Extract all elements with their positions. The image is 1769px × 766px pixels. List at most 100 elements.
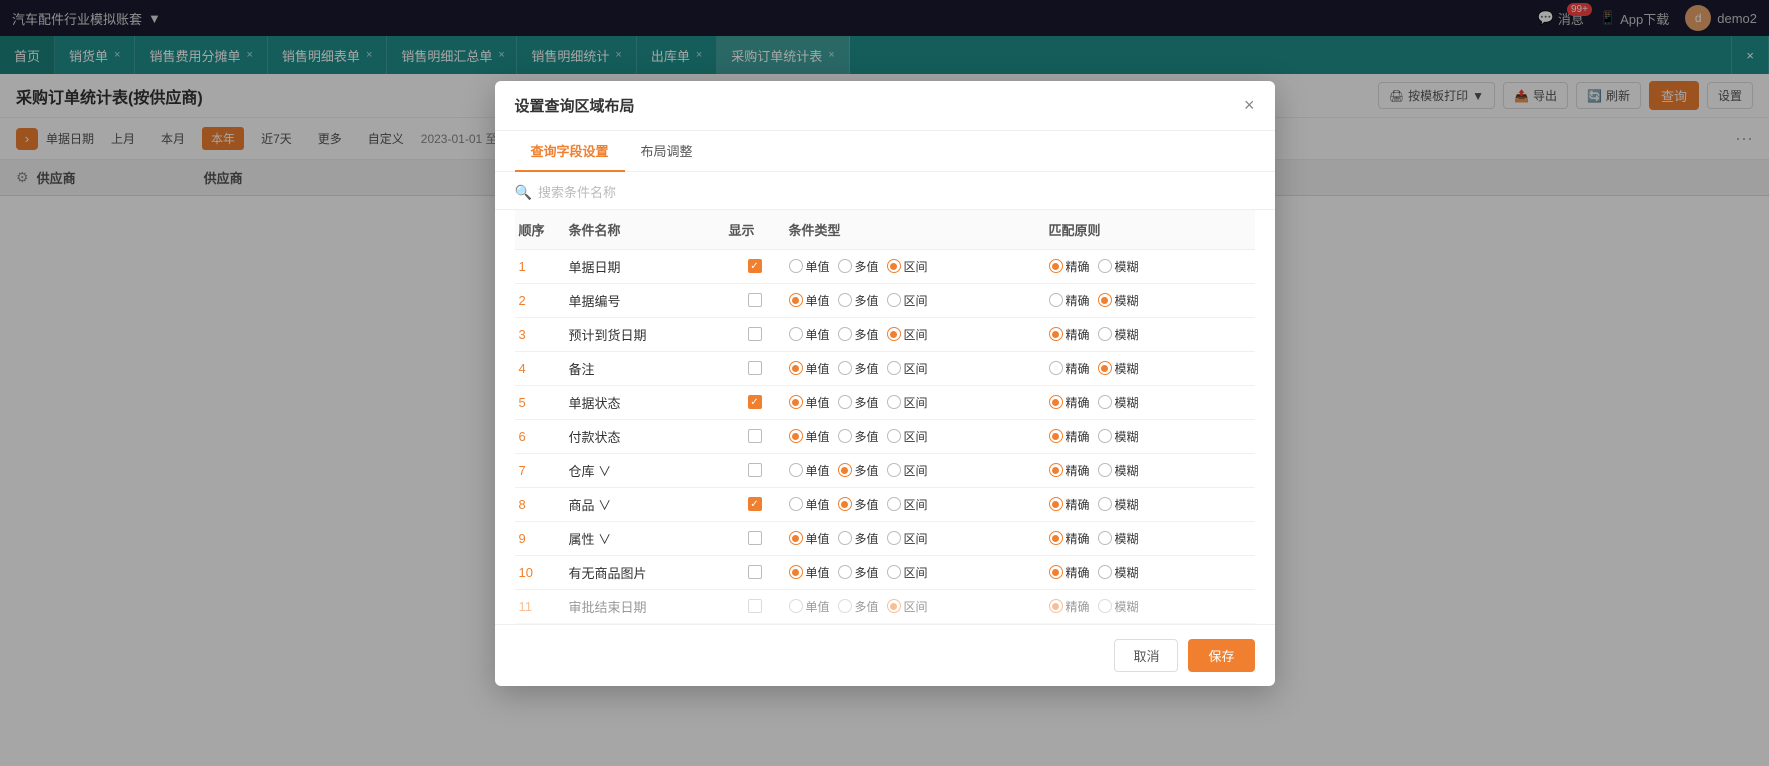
row-7-type: 单值 多值 区间 <box>785 462 1045 479</box>
row-4-match-exact[interactable]: 精确 <box>1049 360 1090 377</box>
search-input[interactable] <box>538 185 738 200</box>
row-4-type-multi[interactable]: 多值 <box>838 360 879 377</box>
row-9-match-fuzzy[interactable]: 模糊 <box>1098 530 1139 547</box>
row-7-match-exact[interactable]: 精确 <box>1049 462 1090 479</box>
row-11-match-fuzzy[interactable]: 模糊 <box>1098 598 1139 615</box>
row-6-checkbox[interactable] <box>748 429 762 443</box>
row-1-type-range[interactable]: 区间 <box>887 258 928 275</box>
row-1-match-exact[interactable]: 精确 <box>1049 258 1090 275</box>
row-11-num: 11 <box>515 599 565 614</box>
row-8-type-multi[interactable]: 多值 <box>838 496 879 513</box>
row-7-type-range[interactable]: 区间 <box>887 462 928 479</box>
row-7-type-multi[interactable]: 多值 <box>838 462 879 479</box>
row-8-display[interactable] <box>725 497 785 511</box>
row-5-name: 单据状态 <box>565 393 725 412</box>
row-8-checkbox[interactable] <box>748 497 762 511</box>
row-1-type-single[interactable]: 单值 <box>789 258 830 275</box>
row-3-display[interactable] <box>725 327 785 341</box>
row-8-type-single[interactable]: 单值 <box>789 496 830 513</box>
row-10-type-range[interactable]: 区间 <box>887 564 928 581</box>
row-10-display[interactable] <box>725 565 785 579</box>
radio-dot <box>887 429 901 443</box>
radio-dot <box>887 259 901 273</box>
dialog-close-button[interactable]: × <box>1244 96 1255 114</box>
cancel-button[interactable]: 取消 <box>1114 639 1178 672</box>
row-8-match-exact[interactable]: 精确 <box>1049 496 1090 513</box>
radio-dot <box>887 327 901 341</box>
row-1-match-fuzzy[interactable]: 模糊 <box>1098 258 1139 275</box>
row-2-match-fuzzy[interactable]: 模糊 <box>1098 292 1139 309</box>
row-5-checkbox[interactable] <box>748 395 762 409</box>
row-2-match-exact[interactable]: 精确 <box>1049 292 1090 309</box>
row-11-display[interactable] <box>725 599 785 613</box>
row-5-type-multi[interactable]: 多值 <box>838 394 879 411</box>
tab-query-fields[interactable]: 查询字段设置 <box>515 131 625 172</box>
row-4-match-fuzzy[interactable]: 模糊 <box>1098 360 1139 377</box>
row-7-checkbox[interactable] <box>748 463 762 477</box>
row-5-type-range[interactable]: 区间 <box>887 394 928 411</box>
row-5-match-fuzzy[interactable]: 模糊 <box>1098 394 1139 411</box>
radio-dot <box>1049 327 1063 341</box>
row-2-type-multi[interactable]: 多值 <box>838 292 879 309</box>
row-11-type-multi[interactable]: 多值 <box>838 598 879 615</box>
row-9-type-multi[interactable]: 多值 <box>838 530 879 547</box>
row-11-type-range[interactable]: 区间 <box>887 598 928 615</box>
radio-dot <box>1098 429 1112 443</box>
col-header-display: 显示 <box>725 218 785 241</box>
row-10-match-exact[interactable]: 精确 <box>1049 564 1090 581</box>
row-6-type-range[interactable]: 区间 <box>887 428 928 445</box>
row-8-type-range[interactable]: 区间 <box>887 496 928 513</box>
save-button[interactable]: 保存 <box>1188 639 1254 672</box>
radio-dot <box>1049 599 1063 613</box>
row-3-match-fuzzy[interactable]: 模糊 <box>1098 326 1139 343</box>
row-9-type-single[interactable]: 单值 <box>789 530 830 547</box>
row-5-display[interactable] <box>725 395 785 409</box>
row-3-checkbox[interactable] <box>748 327 762 341</box>
row-6-match-exact[interactable]: 精确 <box>1049 428 1090 445</box>
radio-dot <box>1098 361 1112 375</box>
row-5-match-exact[interactable]: 精确 <box>1049 394 1090 411</box>
row-10-match-fuzzy[interactable]: 模糊 <box>1098 564 1139 581</box>
col-header-name: 条件名称 <box>565 218 725 241</box>
radio-dot <box>1049 361 1063 375</box>
row-9-match-exact[interactable]: 精确 <box>1049 530 1090 547</box>
row-4-display[interactable] <box>725 361 785 375</box>
row-9-type-range[interactable]: 区间 <box>887 530 928 547</box>
row-7-type-single[interactable]: 单值 <box>789 462 830 479</box>
row-9-display[interactable] <box>725 531 785 545</box>
row-10-type-single[interactable]: 单值 <box>789 564 830 581</box>
row-11-type-single[interactable]: 单值 <box>789 598 830 615</box>
row-4-type-range[interactable]: 区间 <box>887 360 928 377</box>
row-3-type-multi[interactable]: 多值 <box>838 326 879 343</box>
radio-dot <box>887 599 901 613</box>
row-5-type-single[interactable]: 单值 <box>789 394 830 411</box>
radio-dot <box>1049 463 1063 477</box>
row-4-type-single[interactable]: 单值 <box>789 360 830 377</box>
row-3-match-exact[interactable]: 精确 <box>1049 326 1090 343</box>
row-2-type-range[interactable]: 区间 <box>887 292 928 309</box>
row-6-display[interactable] <box>725 429 785 443</box>
row-1-type-multi[interactable]: 多值 <box>838 258 879 275</box>
row-1-checkbox[interactable] <box>748 259 762 273</box>
row-10-type: 单值 多值 区间 <box>785 564 1045 581</box>
row-11-match-exact[interactable]: 精确 <box>1049 598 1090 615</box>
radio-dot <box>887 531 901 545</box>
row-3-type-range[interactable]: 区间 <box>887 326 928 343</box>
row-8-match-fuzzy[interactable]: 模糊 <box>1098 496 1139 513</box>
row-11-checkbox[interactable] <box>748 599 762 613</box>
row-6-type-multi[interactable]: 多值 <box>838 428 879 445</box>
row-6-type-single[interactable]: 单值 <box>789 428 830 445</box>
row-10-checkbox[interactable] <box>748 565 762 579</box>
row-6-match-fuzzy[interactable]: 模糊 <box>1098 428 1139 445</box>
row-10-type-multi[interactable]: 多值 <box>838 564 879 581</box>
row-4-checkbox[interactable] <box>748 361 762 375</box>
row-7-match-fuzzy[interactable]: 模糊 <box>1098 462 1139 479</box>
row-2-type-single[interactable]: 单值 <box>789 292 830 309</box>
tab-layout-adjust[interactable]: 布局调整 <box>625 131 709 172</box>
row-7-display[interactable] <box>725 463 785 477</box>
row-1-display[interactable] <box>725 259 785 273</box>
row-9-checkbox[interactable] <box>748 531 762 545</box>
row-3-type-single[interactable]: 单值 <box>789 326 830 343</box>
row-2-checkbox[interactable] <box>748 293 762 307</box>
row-2-display[interactable] <box>725 293 785 307</box>
